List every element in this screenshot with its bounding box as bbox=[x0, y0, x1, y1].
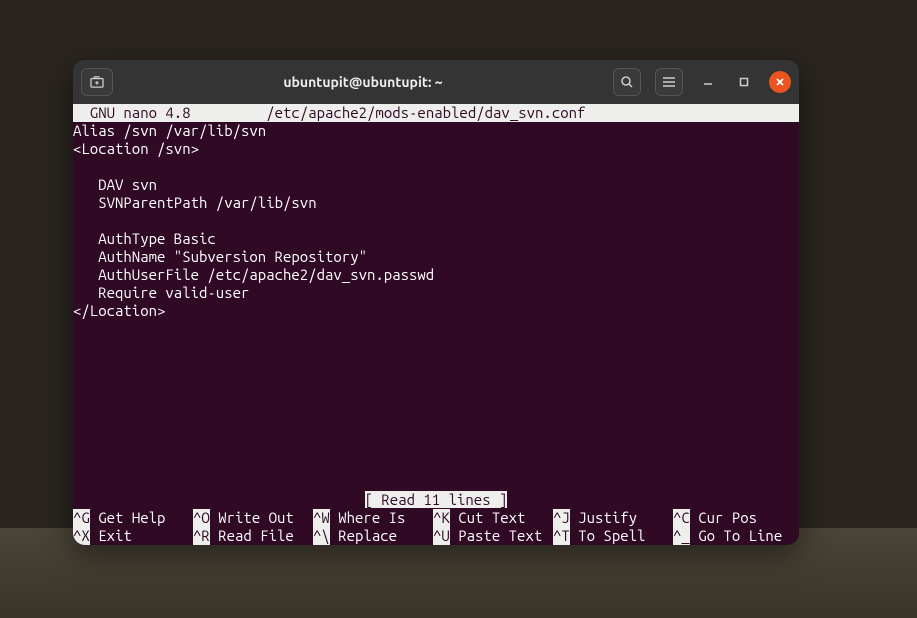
search-icon bbox=[620, 75, 634, 89]
shortcut-label: Cur Pos bbox=[690, 509, 757, 527]
nano-header-spacer bbox=[191, 104, 267, 121]
menu-button[interactable] bbox=[655, 68, 683, 96]
shortcut-label: Paste Text bbox=[450, 527, 542, 545]
shortcut-key: ^C bbox=[673, 509, 690, 527]
shortcut-row-1: ^G Get Help ^O Write Out ^W Where Is ^K … bbox=[73, 509, 799, 527]
shortcut-exit: ^X Exit bbox=[73, 527, 193, 545]
shortcut-label: Replace bbox=[330, 527, 422, 545]
search-button[interactable] bbox=[613, 68, 641, 96]
shortcut-key: ^_ bbox=[673, 527, 690, 545]
nano-header: GNU nano 4.8 /etc/apache2/mods-enabled/d… bbox=[73, 104, 799, 122]
nano-status-text: [ Read 11 lines ] bbox=[365, 491, 508, 508]
shortcut-label: To Spell bbox=[570, 527, 662, 545]
shortcut-label: Go To Line bbox=[690, 527, 782, 545]
titlebar-controls bbox=[613, 68, 791, 96]
shortcut-key: ^K bbox=[433, 509, 450, 527]
shortcut-paste-text: ^U Paste Text bbox=[433, 527, 553, 545]
hamburger-icon bbox=[662, 76, 676, 88]
shortcut-key: ^O bbox=[193, 509, 210, 527]
maximize-icon bbox=[739, 77, 749, 87]
nano-status-bar: [ Read 11 lines ] bbox=[73, 491, 799, 509]
shortcut-key: ^R bbox=[193, 527, 210, 545]
shortcut-cut-text: ^K Cut Text bbox=[433, 509, 553, 527]
shortcut-key: ^T bbox=[553, 527, 570, 545]
shortcut-key: ^J bbox=[553, 509, 570, 527]
titlebar[interactable]: ubuntupit@ubuntupit: ~ bbox=[73, 60, 799, 104]
shortcut-key: ^U bbox=[433, 527, 450, 545]
shortcut-label: Cut Text bbox=[450, 509, 542, 527]
close-button[interactable] bbox=[769, 71, 791, 93]
shortcut-get-help: ^G Get Help bbox=[73, 509, 193, 527]
shortcut-write-out: ^O Write Out bbox=[193, 509, 313, 527]
shortcut-read-file: ^R Read File bbox=[193, 527, 313, 545]
shortcut-label: Write Out bbox=[210, 509, 302, 527]
window-title: ubuntupit@ubuntupit: ~ bbox=[121, 74, 605, 90]
shortcut-row-2: ^X Exit ^R Read File ^\ Replace ^U Paste… bbox=[73, 527, 799, 545]
shortcut-replace: ^\ Replace bbox=[313, 527, 433, 545]
shortcut-where-is: ^W Where Is bbox=[313, 509, 433, 527]
shortcut-key: ^W bbox=[313, 509, 330, 527]
shortcut-go-to-line: ^_ Go To Line bbox=[673, 527, 793, 545]
shortcut-label: Justify bbox=[570, 509, 662, 527]
terminal-body[interactable]: GNU nano 4.8 /etc/apache2/mods-enabled/d… bbox=[73, 104, 799, 545]
nano-shortcuts: ^G Get Help ^O Write Out ^W Where Is ^K … bbox=[73, 509, 799, 545]
nano-version: GNU nano 4.8 bbox=[73, 104, 191, 121]
tab-icon bbox=[90, 76, 104, 88]
shortcut-key: ^G bbox=[73, 509, 90, 527]
shortcut-key: ^X bbox=[73, 527, 90, 545]
minimize-icon bbox=[703, 77, 713, 87]
shortcut-cur-pos: ^C Cur Pos bbox=[673, 509, 793, 527]
shortcut-label: Get Help bbox=[90, 509, 182, 527]
nano-filename: /etc/apache2/mods-enabled/dav_svn.conf bbox=[266, 104, 585, 121]
close-icon bbox=[775, 77, 785, 87]
new-tab-button[interactable] bbox=[81, 68, 113, 96]
minimize-button[interactable] bbox=[697, 71, 719, 93]
shortcut-label: Where Is bbox=[330, 509, 422, 527]
maximize-button[interactable] bbox=[733, 71, 755, 93]
shortcut-justify: ^J Justify bbox=[553, 509, 673, 527]
shortcut-key: ^\ bbox=[313, 527, 330, 545]
shortcut-label: Read File bbox=[210, 527, 302, 545]
nano-editor-content[interactable]: Alias /svn /var/lib/svn <Location /svn> … bbox=[73, 122, 799, 320]
shortcut-to-spell: ^T To Spell bbox=[553, 527, 673, 545]
terminal-window: ubuntupit@ubuntupit: ~ bbox=[73, 60, 799, 545]
shortcut-label: Exit bbox=[90, 527, 182, 545]
